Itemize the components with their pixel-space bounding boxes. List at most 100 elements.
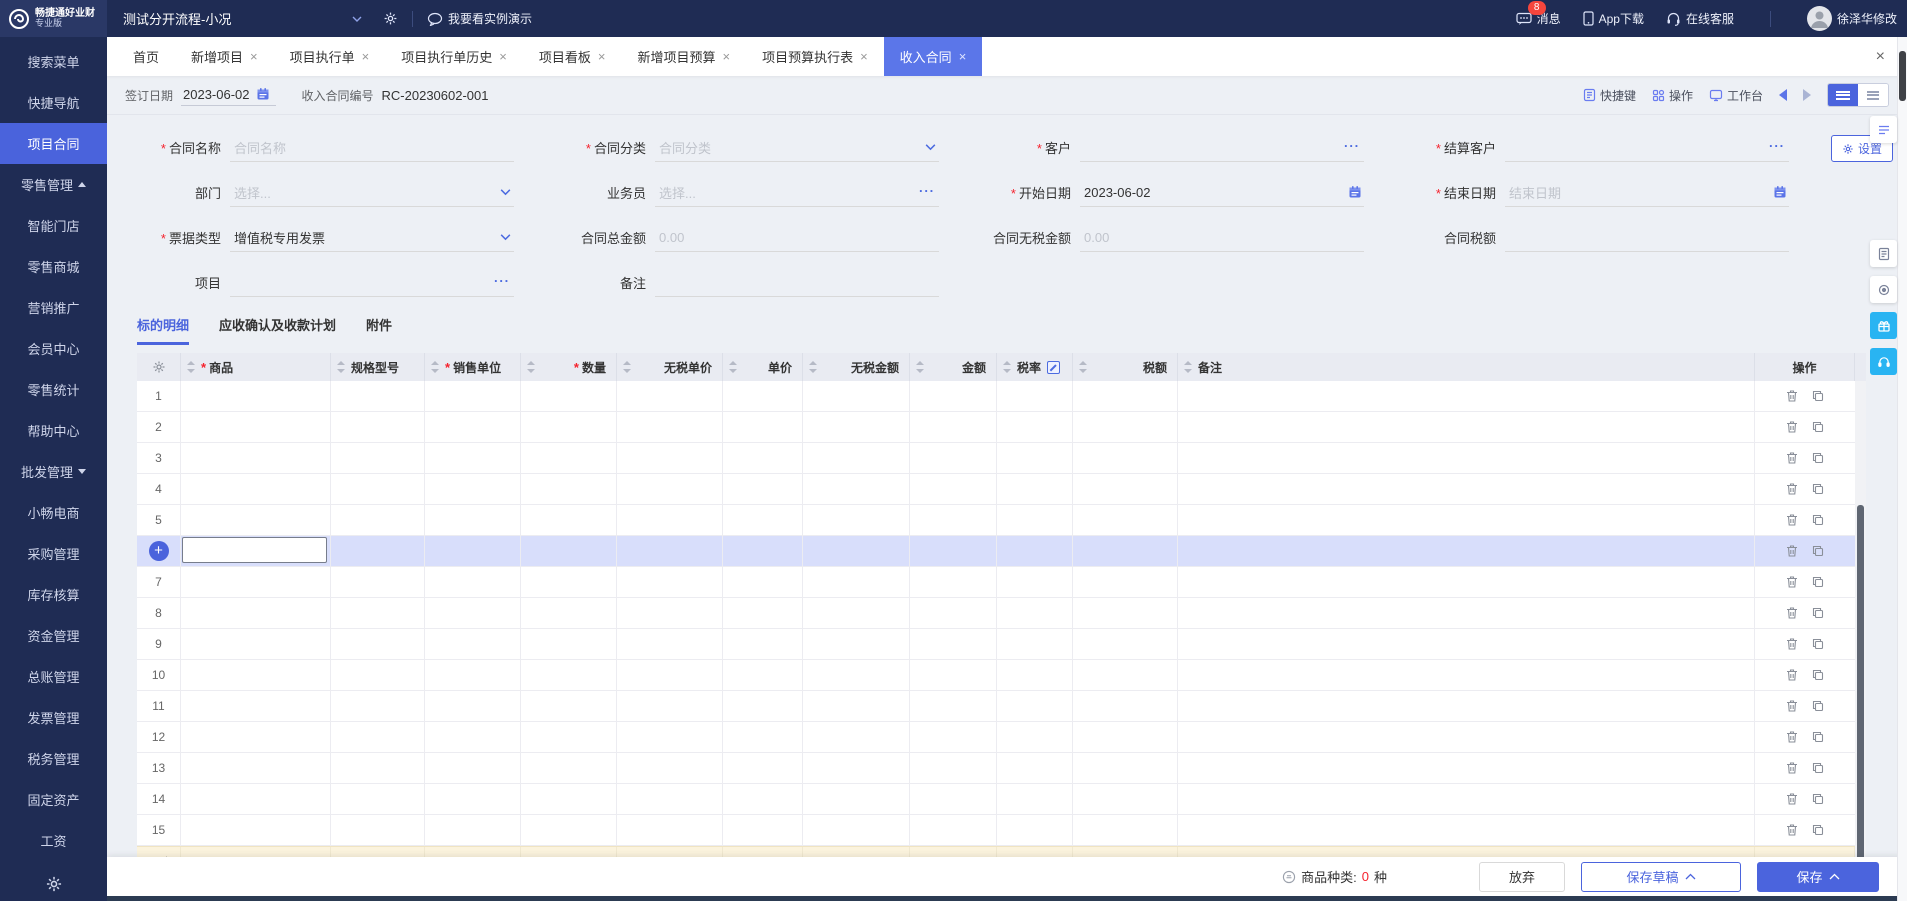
sidebar-item[interactable]: 快捷导航 xyxy=(0,82,107,123)
cell-price_notax[interactable] xyxy=(617,567,723,597)
cell-taxrate[interactable] xyxy=(997,567,1073,597)
cell-unit[interactable] xyxy=(425,505,521,535)
cell-price[interactable] xyxy=(723,505,803,535)
cell-amount[interactable] xyxy=(910,381,997,411)
copy-row-icon[interactable] xyxy=(1811,451,1825,465)
cell-note[interactable] xyxy=(1178,474,1755,504)
cell-price[interactable] xyxy=(723,815,803,845)
cell-qty[interactable] xyxy=(521,443,617,473)
sort-icon[interactable] xyxy=(431,361,439,373)
cell-price_notax[interactable] xyxy=(617,784,723,814)
tab[interactable]: 新增项目 × xyxy=(175,37,274,76)
detail-tab[interactable]: 附件 xyxy=(366,315,392,345)
sort-icon[interactable] xyxy=(1184,361,1192,373)
sidebar-item[interactable]: 批发管理 xyxy=(0,451,107,492)
copy-row-icon[interactable] xyxy=(1811,730,1825,744)
cell-price[interactable] xyxy=(723,660,803,690)
cell-unit[interactable] xyxy=(425,536,521,566)
cell-amount_notax[interactable] xyxy=(803,536,910,566)
copy-row-icon[interactable] xyxy=(1811,823,1825,837)
ellipsis-icon[interactable]: ··· xyxy=(919,183,935,198)
cell-note[interactable] xyxy=(1178,784,1755,814)
cell-product[interactable] xyxy=(181,412,331,442)
cell-taxrate[interactable] xyxy=(997,474,1073,504)
field-input[interactable]: ··· xyxy=(1080,134,1364,162)
sign-date-field[interactable]: 2023-06-02 xyxy=(181,85,276,106)
cell-amount[interactable] xyxy=(910,598,997,628)
cell-unit[interactable] xyxy=(425,443,521,473)
column-header-price_notax[interactable]: 无税单价 xyxy=(617,353,723,381)
cell-note[interactable] xyxy=(1178,815,1755,845)
cell-price[interactable] xyxy=(723,598,803,628)
table-row[interactable]: 4 xyxy=(137,474,1866,505)
column-header-tax[interactable]: 税额 xyxy=(1073,353,1178,381)
table-row[interactable]: 11 xyxy=(137,691,1866,722)
next-arrow-button[interactable] xyxy=(1803,89,1811,101)
field-input[interactable]: ··· xyxy=(1505,134,1789,162)
workspace-selector[interactable]: 测试分开流程-小况 xyxy=(123,9,363,28)
prev-arrow-button[interactable] xyxy=(1779,89,1787,101)
cell-tax[interactable] xyxy=(1073,660,1178,690)
copy-row-icon[interactable] xyxy=(1811,389,1825,403)
cell-tax[interactable] xyxy=(1073,722,1178,752)
cell-amount_notax[interactable] xyxy=(803,443,910,473)
sidebar-item[interactable]: 项目合同 xyxy=(0,123,107,164)
cell-tax[interactable] xyxy=(1073,784,1178,814)
delete-row-icon[interactable] xyxy=(1785,761,1799,775)
cell-amount_notax[interactable] xyxy=(803,505,910,535)
sidebar-item[interactable]: 资金管理 xyxy=(0,615,107,656)
cell-product[interactable] xyxy=(181,722,331,752)
cell-taxrate[interactable] xyxy=(997,598,1073,628)
delete-row-icon[interactable] xyxy=(1785,668,1799,682)
table-row[interactable]: 3 xyxy=(137,443,1866,474)
service-float-button[interactable] xyxy=(1870,348,1897,375)
cell-spec[interactable] xyxy=(331,629,425,659)
cell-price_notax[interactable] xyxy=(617,412,723,442)
field-input[interactable]: 选择... ··· xyxy=(655,179,939,207)
sidebar-settings-button[interactable] xyxy=(0,875,107,893)
cell-taxrate[interactable] xyxy=(997,691,1073,721)
cell-amount[interactable] xyxy=(910,691,997,721)
cell-taxrate[interactable] xyxy=(997,505,1073,535)
cell-qty[interactable] xyxy=(521,536,617,566)
settings-gear-icon[interactable] xyxy=(383,11,398,26)
sidebar-item[interactable]: 库存核算 xyxy=(0,574,107,615)
copy-row-icon[interactable] xyxy=(1811,792,1825,806)
delete-row-icon[interactable] xyxy=(1785,699,1799,713)
cell-product[interactable] xyxy=(181,660,331,690)
cell-qty[interactable] xyxy=(521,567,617,597)
table-row[interactable]: + xyxy=(137,536,1866,567)
cell-unit[interactable] xyxy=(425,691,521,721)
product-input[interactable] xyxy=(182,537,327,563)
close-tab-icon[interactable]: × xyxy=(250,49,258,64)
cell-amount_notax[interactable] xyxy=(803,753,910,783)
cell-amount[interactable] xyxy=(910,474,997,504)
copy-row-icon[interactable] xyxy=(1811,637,1825,651)
tab[interactable]: 项目执行单历史 × xyxy=(385,37,523,76)
cell-taxrate[interactable] xyxy=(997,753,1073,783)
field-input[interactable]: 增值税专用发票 xyxy=(230,224,514,252)
cell-note[interactable] xyxy=(1178,443,1755,473)
tab[interactable]: 新增项目预算 × xyxy=(621,37,746,76)
batch-edit-icon[interactable] xyxy=(1047,360,1061,374)
cell-note[interactable] xyxy=(1178,381,1755,411)
cell-product[interactable] xyxy=(181,536,331,566)
cell-tax[interactable] xyxy=(1073,815,1178,845)
draft-shortcut-button[interactable] xyxy=(1870,240,1897,267)
detail-tab[interactable]: 应收确认及收款计划 xyxy=(219,315,336,345)
cell-spec[interactable] xyxy=(331,722,425,752)
delete-row-icon[interactable] xyxy=(1785,482,1799,496)
table-row[interactable]: 15 xyxy=(137,815,1866,846)
cell-price[interactable] xyxy=(723,753,803,783)
cell-tax[interactable] xyxy=(1073,505,1178,535)
cell-price_notax[interactable] xyxy=(617,474,723,504)
cell-amount[interactable] xyxy=(910,815,997,845)
column-header-spec[interactable]: 规格型号 xyxy=(331,353,425,381)
cell-amount_notax[interactable] xyxy=(803,474,910,504)
cell-qty[interactable] xyxy=(521,629,617,659)
cell-spec[interactable] xyxy=(331,691,425,721)
cell-price[interactable] xyxy=(723,567,803,597)
close-tab-icon[interactable]: × xyxy=(722,49,730,64)
sidebar-item[interactable]: 零售管理 xyxy=(0,164,107,205)
delete-row-icon[interactable] xyxy=(1785,730,1799,744)
